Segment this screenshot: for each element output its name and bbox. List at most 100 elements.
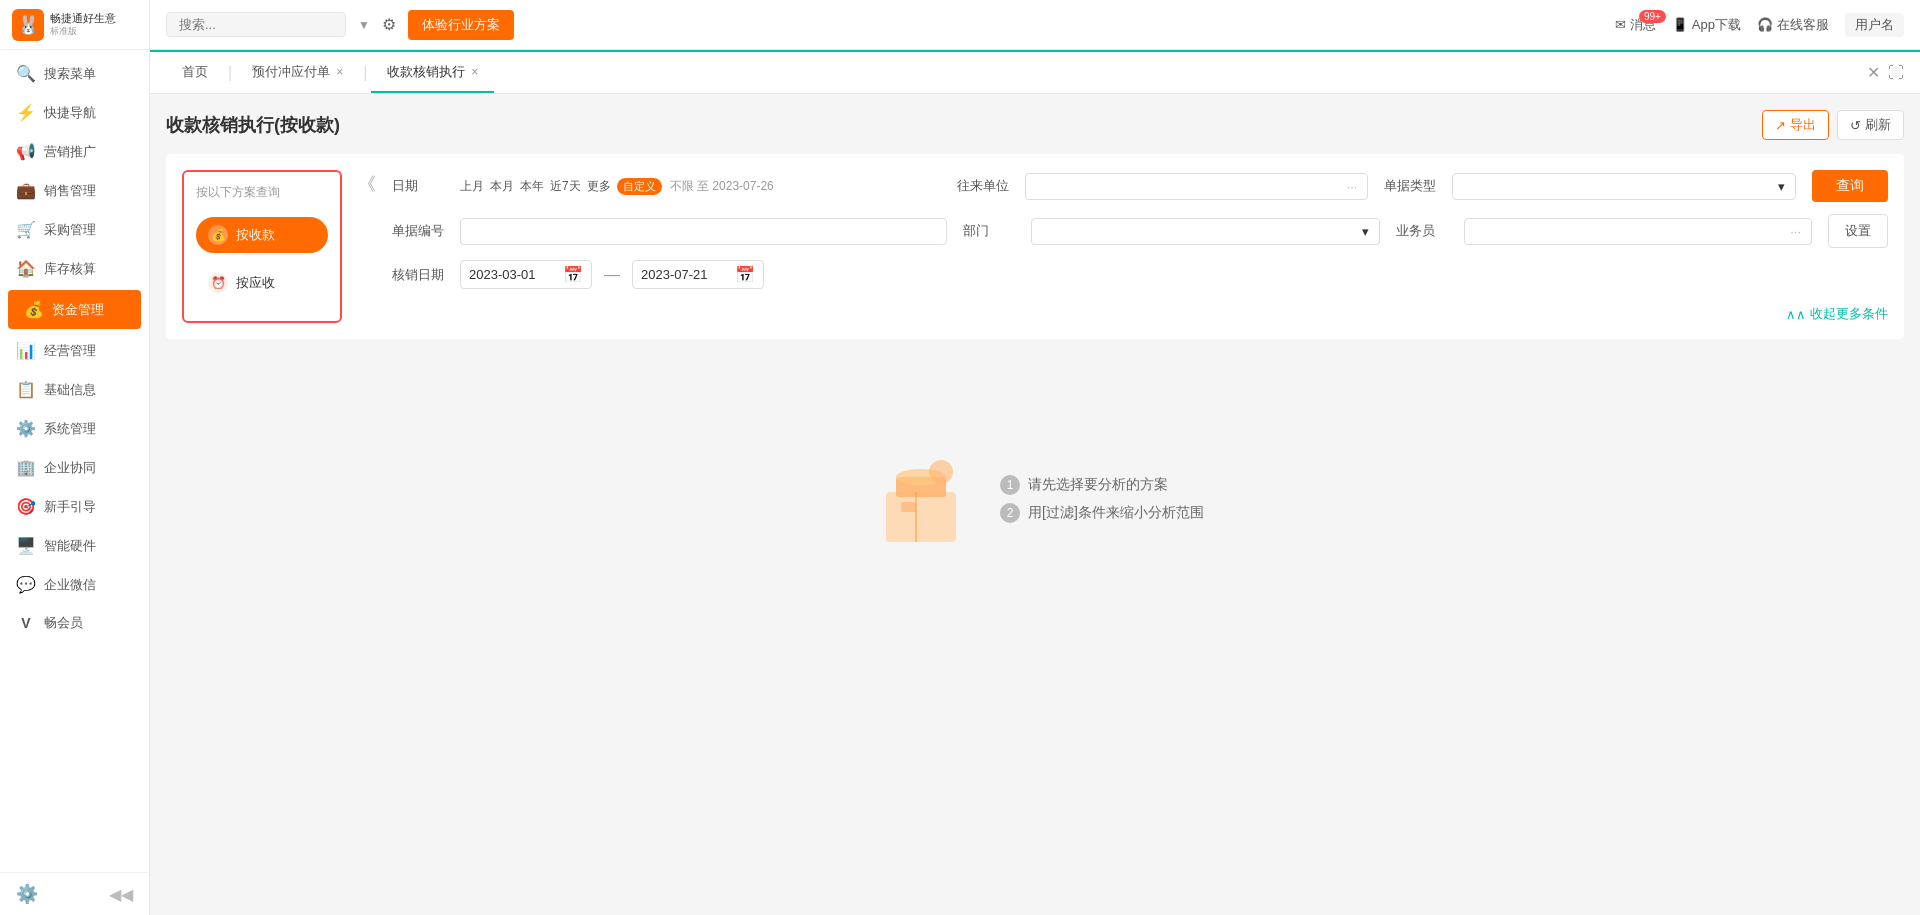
system-icon: ⚙️ bbox=[16, 419, 36, 438]
docnumber-input[interactable] bbox=[460, 218, 947, 245]
sidebar-item-guide[interactable]: 🎯 新手引导 bbox=[0, 487, 149, 526]
sidebar-item-sales[interactable]: 💼 销售管理 bbox=[0, 171, 149, 210]
date-shortcuts: 上月 本月 本年 近7天 更多 自定义 bbox=[460, 178, 662, 195]
user-info[interactable]: 用户名 bbox=[1845, 13, 1904, 37]
sidebar-item-member-label: 畅会员 bbox=[44, 614, 83, 632]
service-icon: 🎧 bbox=[1757, 17, 1773, 32]
tabbar-close-icon[interactable]: ✕ bbox=[1867, 63, 1880, 82]
sidebar-item-hardware[interactable]: 🖥️ 智能硬件 bbox=[0, 526, 149, 565]
sidebar-item-purchase[interactable]: 🛒 采购管理 bbox=[0, 210, 149, 249]
sidebar-item-sales-label: 销售管理 bbox=[44, 182, 96, 200]
sidebar-item-finance[interactable]: 💰 资金管理 bbox=[8, 290, 141, 329]
sidebar-item-member[interactable]: V 畅会员 bbox=[0, 604, 149, 642]
calendar-start-icon[interactable]: 📅 bbox=[563, 265, 583, 284]
settings-button[interactable]: 设置 bbox=[1828, 214, 1888, 248]
sidebar-item-purchase-label: 采购管理 bbox=[44, 221, 96, 239]
tab-receipt[interactable]: 收款核销执行 × bbox=[371, 53, 494, 93]
tab-receipt-close[interactable]: × bbox=[471, 65, 478, 79]
svg-rect-5 bbox=[901, 502, 916, 512]
guide-icon: 🎯 bbox=[16, 497, 36, 516]
date-this-month[interactable]: 本月 bbox=[490, 178, 514, 195]
sidebar-item-inventory[interactable]: 🏠 库存核算 bbox=[0, 249, 149, 288]
more-conditions-label: 收起更多条件 bbox=[1810, 305, 1888, 323]
filter-scheme-selector: 按以下方案查询 💰 按收款 ⏰ 按应收 bbox=[182, 170, 342, 323]
receivable-option-icon: ⏰ bbox=[208, 273, 228, 293]
industry-btn[interactable]: 体验行业方案 bbox=[408, 10, 514, 40]
topbar: ▼ ⚙ 体验行业方案 ✉ 消息 99+ 📱 App下载 🎧 在线客服 用户名 bbox=[150, 0, 1920, 50]
date-last-month[interactable]: 上月 bbox=[460, 178, 484, 195]
salesperson-ellipsis-icon[interactable]: ··· bbox=[1790, 224, 1801, 239]
date-this-year[interactable]: 本年 bbox=[520, 178, 544, 195]
topbar-right: ✉ 消息 99+ 📱 App下载 🎧 在线客服 用户名 bbox=[1615, 13, 1904, 37]
svg-rect-0 bbox=[886, 492, 956, 542]
quicknav-icon: ⚡ bbox=[16, 103, 36, 122]
filter-option-by-receipt[interactable]: 💰 按收款 bbox=[196, 217, 328, 253]
filter-counterparty-field: 往来单位 ··· bbox=[957, 173, 1369, 200]
sidebar-item-search[interactable]: 🔍 搜索菜单 bbox=[0, 54, 149, 93]
tab-separator-1: | bbox=[224, 64, 236, 82]
message-icon: ✉ bbox=[1615, 17, 1626, 32]
sidebar-item-management[interactable]: 📊 经营管理 bbox=[0, 331, 149, 370]
tabbar-actions: ✕ ⛶ bbox=[1867, 63, 1904, 82]
sidebar-item-basic[interactable]: 📋 基础信息 bbox=[0, 370, 149, 409]
management-icon: 📊 bbox=[16, 341, 36, 360]
sidebar-item-wechat[interactable]: 💬 企业微信 bbox=[0, 565, 149, 604]
sidebar-item-collab[interactable]: 🏢 企业协同 bbox=[0, 448, 149, 487]
app-download-button[interactable]: 📱 App下载 bbox=[1672, 16, 1741, 34]
logo-subtitle: 标准版 bbox=[50, 25, 116, 38]
search-icon: 🔍 bbox=[16, 64, 36, 83]
filter-fields: 日期 上月 本月 本年 近7天 更多 自定义 不限 至 2023-07-26 bbox=[392, 170, 1888, 323]
tab-prepay[interactable]: 预付冲应付单 × bbox=[236, 53, 359, 93]
counterparty-select[interactable]: ··· bbox=[1025, 173, 1369, 200]
filter-row-1: 日期 上月 本月 本年 近7天 更多 自定义 不限 至 2023-07-26 bbox=[392, 170, 1888, 202]
service-button[interactable]: 🎧 在线客服 bbox=[1757, 16, 1829, 34]
hardware-icon: 🖥️ bbox=[16, 536, 36, 555]
doctype-label: 单据类型 bbox=[1384, 177, 1444, 195]
verify-date-start-input[interactable] bbox=[469, 267, 559, 282]
settings-icon[interactable]: ⚙️ bbox=[16, 883, 38, 905]
empty-hint-2: 2 用[过滤]条件来缩小分析范围 bbox=[1000, 503, 1204, 523]
date-custom-badge[interactable]: 自定义 bbox=[617, 178, 662, 195]
doctype-select[interactable]: ▾ bbox=[1452, 173, 1796, 200]
tab-receipt-label: 收款核销执行 bbox=[387, 63, 465, 81]
filter-option-by-receivable[interactable]: ⏰ 按应收 bbox=[196, 265, 328, 301]
sidebar-item-quicknav-label: 快捷导航 bbox=[44, 104, 96, 122]
hint-num-2: 2 bbox=[1000, 503, 1020, 523]
verifydate-label: 核销日期 bbox=[392, 266, 452, 284]
export-button[interactable]: ↗ 导出 bbox=[1762, 110, 1829, 140]
app-icon: 📱 bbox=[1672, 17, 1688, 32]
chevron-down-icon[interactable]: ▼ bbox=[358, 18, 370, 32]
calendar-end-icon[interactable]: 📅 bbox=[735, 265, 755, 284]
sidebar-item-system-label: 系统管理 bbox=[44, 420, 96, 438]
sidebar-item-system[interactable]: ⚙️ 系统管理 bbox=[0, 409, 149, 448]
collapse-button[interactable]: ◀◀ bbox=[109, 885, 133, 904]
gear-icon[interactable]: ⚙ bbox=[382, 15, 396, 34]
sidebar-item-marketing[interactable]: 📢 营销推广 bbox=[0, 132, 149, 171]
tab-prepay-close[interactable]: × bbox=[336, 65, 343, 79]
query-button[interactable]: 查询 bbox=[1812, 170, 1888, 202]
tab-home[interactable]: 首页 bbox=[166, 53, 224, 93]
counterparty-ellipsis-icon[interactable]: ··· bbox=[1347, 179, 1358, 194]
refresh-button[interactable]: ↺ 刷新 bbox=[1837, 110, 1904, 140]
topbar-search-input[interactable] bbox=[166, 12, 346, 37]
sidebar-item-inventory-label: 库存核算 bbox=[44, 260, 96, 278]
verify-date-end-input[interactable] bbox=[641, 267, 731, 282]
salesperson-select[interactable]: ··· bbox=[1464, 218, 1812, 245]
dept-select[interactable]: ▾ bbox=[1031, 218, 1379, 245]
export-icon: ↗ bbox=[1775, 118, 1786, 133]
refresh-label: 刷新 bbox=[1865, 116, 1891, 134]
filter-scheme-title: 按以下方案查询 bbox=[196, 184, 328, 201]
date-more[interactable]: 更多 bbox=[587, 178, 611, 195]
date-label: 日期 bbox=[392, 177, 452, 195]
sidebar-item-search-label: 搜索菜单 bbox=[44, 65, 96, 83]
date-7days[interactable]: 近7天 bbox=[550, 178, 581, 195]
sidebar-item-quicknav[interactable]: ⚡ 快捷导航 bbox=[0, 93, 149, 132]
message-button[interactable]: ✉ 消息 99+ bbox=[1615, 16, 1656, 34]
sidebar-item-management-label: 经营管理 bbox=[44, 342, 96, 360]
filter-option-receipt-label: 按收款 bbox=[236, 226, 275, 244]
page-title: 收款核销执行(按收款) bbox=[166, 113, 340, 137]
filter-collapse-button[interactable]: 《 bbox=[358, 172, 376, 196]
filter-salesperson-field: 业务员 ··· bbox=[1396, 218, 1812, 245]
tabbar-expand-icon[interactable]: ⛶ bbox=[1888, 64, 1904, 82]
more-conditions-button[interactable]: ∧∧ 收起更多条件 bbox=[1786, 305, 1888, 323]
